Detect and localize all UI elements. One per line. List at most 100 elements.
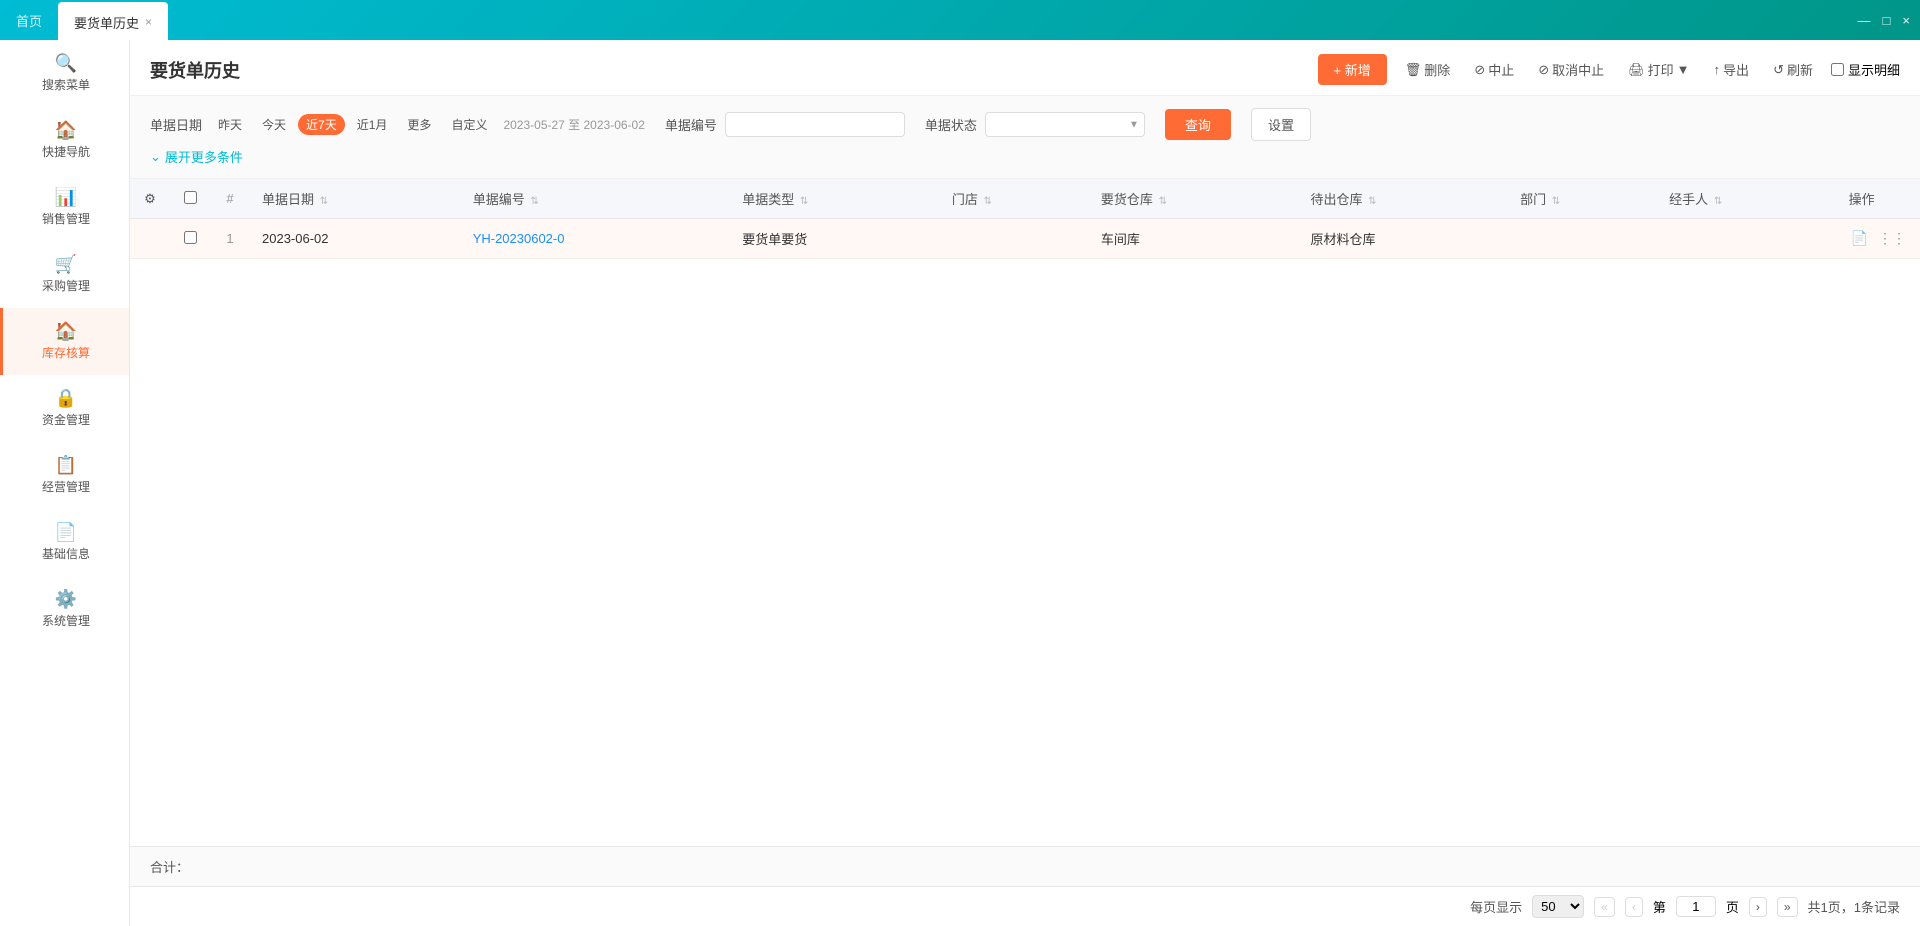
td-store — [940, 219, 1089, 259]
doc-number-link[interactable]: YH-20230602-0 — [473, 231, 565, 246]
page-size-select[interactable]: 20 50 100 — [1532, 895, 1584, 918]
export-icon: ↑ — [1714, 62, 1721, 77]
tab-close-icon[interactable]: × — [145, 15, 152, 29]
row-checkbox[interactable] — [184, 231, 197, 244]
td-doc-date: 2023-06-02 — [250, 219, 461, 259]
export-button[interactable]: ↑ 导出 — [1708, 57, 1756, 82]
window-close-btn[interactable]: × — [1902, 13, 1910, 28]
delete-button[interactable]: 🗑 删除 — [1399, 57, 1457, 82]
sidebar-label-inventory: 库存核算 — [42, 344, 90, 361]
next-page-btn[interactable]: › — [1749, 897, 1767, 917]
row-edit-icon[interactable]: 📄 — [1849, 228, 1870, 249]
cancel-stop-button[interactable]: ⊘ 取消中止 — [1532, 57, 1610, 82]
page-number-input[interactable] — [1676, 896, 1716, 917]
sidebar-item-system[interactable]: ⚙️ 系统管理 — [0, 576, 129, 643]
prev-page-btn[interactable]: ‹ — [1625, 897, 1643, 917]
date-yesterday[interactable]: 昨天 — [210, 114, 250, 135]
sidebar-item-search[interactable]: 🔍 搜索菜单 — [0, 40, 129, 107]
filter-row: 单据日期 昨天 今天 近7天 近1月 更多 自定义 2023-05-27 至 2… — [150, 108, 1900, 141]
sidebar-item-finance[interactable]: 🔒 资金管理 — [0, 375, 129, 442]
row-more-icon[interactable]: ⋮⋮ — [1876, 228, 1908, 249]
sidebar-item-basic[interactable]: 📄 基础信息 — [0, 509, 129, 576]
expand-chevron-icon: ⌄ — [150, 149, 161, 165]
gear-icon: ⚙️ — [55, 590, 77, 608]
td-doc-number[interactable]: YH-20230602-0 — [461, 219, 731, 259]
date-1month[interactable]: 近1月 — [349, 114, 396, 135]
doc-number-filter-group: 单据编号 — [665, 112, 905, 137]
expand-more-conditions[interactable]: ⌄ 展开更多条件 — [150, 147, 1900, 166]
td-checkbox — [170, 219, 210, 259]
sort-req-warehouse-icon: ⇅ — [1159, 196, 1167, 207]
tab-home[interactable]: 首页 — [0, 0, 58, 40]
td-department — [1508, 219, 1657, 259]
th-req-warehouse[interactable]: 要货仓库 ⇅ — [1089, 179, 1299, 219]
new-button[interactable]: + 新增 — [1318, 54, 1387, 85]
window-maximize-btn[interactable]: □ — [1883, 13, 1891, 28]
refresh-button[interactable]: ↺ 刷新 — [1767, 57, 1819, 82]
th-doc-type[interactable]: 单据类型 ⇅ — [730, 179, 940, 219]
query-button[interactable]: 查询 — [1165, 109, 1231, 140]
sort-handler-icon: ⇅ — [1714, 196, 1722, 207]
th-operation: 操作 — [1837, 179, 1920, 219]
doc-number-input[interactable] — [725, 112, 905, 137]
date-more[interactable]: 更多 — [399, 114, 439, 135]
sidebar-label-shortcut: 快捷导航 — [42, 143, 90, 160]
print-icon: 🖨 — [1628, 62, 1645, 78]
pagination-bar: 每页显示 20 50 100 « ‹ 第 页 › » 共1页，1条记录 — [130, 886, 1920, 926]
tab-home-label: 首页 — [16, 11, 42, 30]
th-store[interactable]: 门店 ⇅ — [940, 179, 1089, 219]
sidebar-item-operation[interactable]: 📋 经营管理 — [0, 442, 129, 509]
doc-status-select-wrapper — [985, 112, 1145, 137]
sidebar: 🔍 搜索菜单 🏠 快捷导航 📊 销售管理 🛒 采购管理 🏠 库存核算 🔒 资金管… — [0, 40, 130, 926]
inventory-icon: 🏠 — [55, 322, 77, 340]
tab-requisition-history[interactable]: 要货单历史 × — [58, 2, 168, 42]
th-doc-number[interactable]: 单据编号 ⇅ — [461, 179, 731, 219]
cart-icon: 🛒 — [55, 255, 77, 273]
sidebar-label-purchase: 采购管理 — [42, 277, 90, 294]
top-bar-tabs: 首页 要货单历史 × — [0, 0, 1858, 40]
sidebar-label-operation: 经营管理 — [42, 478, 90, 495]
th-settings[interactable]: ⚙ — [130, 179, 170, 219]
sort-doc-type-icon: ⇅ — [800, 196, 808, 207]
th-num: # — [210, 179, 250, 219]
lock-icon: 🔒 — [55, 389, 77, 407]
doc-status-filter-group: 单据状态 — [925, 112, 1145, 137]
td-doc-type: 要货单要货 — [730, 219, 940, 259]
print-button[interactable]: 🖨 打印 ▼ — [1622, 57, 1695, 82]
date-filters: 昨天 今天 近7天 近1月 更多 自定义 — [210, 114, 495, 135]
doc-status-select[interactable] — [985, 112, 1145, 137]
th-handler[interactable]: 经手人 ⇅ — [1657, 179, 1836, 219]
date-today[interactable]: 今天 — [254, 114, 294, 135]
content-area: 要货单历史 + 新增 🗑 删除 ⊘ 中止 ⊘ 取消中止 🖨 打印 — [130, 40, 1920, 926]
sidebar-item-purchase[interactable]: 🛒 采购管理 — [0, 241, 129, 308]
sort-department-icon: ⇅ — [1552, 196, 1560, 207]
table-header-row: ⚙ # 单据日期 ⇅ 单据编号 ⇅ — [130, 179, 1920, 219]
th-pending-warehouse[interactable]: 待出仓库 ⇅ — [1299, 179, 1509, 219]
sidebar-item-inventory[interactable]: 🏠 库存核算 — [0, 308, 129, 375]
doc-icon: 📄 — [55, 523, 77, 541]
select-all-checkbox[interactable] — [184, 191, 197, 204]
data-table: ⚙ # 单据日期 ⇅ 单据编号 ⇅ — [130, 179, 1920, 259]
total-info: 共1页，1条记录 — [1808, 897, 1900, 916]
last-page-btn[interactable]: » — [1777, 897, 1798, 917]
th-department[interactable]: 部门 ⇅ — [1508, 179, 1657, 219]
sidebar-item-sales[interactable]: 📊 销售管理 — [0, 174, 129, 241]
summary-label: 合计： — [150, 857, 189, 876]
display-detail-checkbox[interactable] — [1831, 63, 1844, 76]
td-operation: 📄 ⋮⋮ — [1837, 219, 1920, 259]
display-detail-toggle[interactable]: 显示明细 — [1831, 60, 1900, 79]
th-doc-date[interactable]: 单据日期 ⇅ — [250, 179, 461, 219]
stop-button[interactable]: ⊘ 中止 — [1468, 57, 1520, 82]
date-custom[interactable]: 自定义 — [443, 114, 495, 135]
delete-icon: 🗑 — [1405, 62, 1422, 78]
settings-button[interactable]: 设置 — [1251, 108, 1311, 141]
sidebar-label-system: 系统管理 — [42, 612, 90, 629]
doc-status-label: 单据状态 — [925, 115, 977, 134]
date-7days[interactable]: 近7天 — [298, 114, 345, 135]
window-minimize-btn[interactable]: — — [1858, 13, 1871, 28]
first-page-btn[interactable]: « — [1594, 897, 1615, 917]
sidebar-item-shortcut[interactable]: 🏠 快捷导航 — [0, 107, 129, 174]
date-filter-label: 单据日期 — [150, 115, 202, 134]
td-num: 1 — [210, 219, 250, 259]
row-op-icons: 📄 ⋮⋮ — [1849, 228, 1908, 249]
